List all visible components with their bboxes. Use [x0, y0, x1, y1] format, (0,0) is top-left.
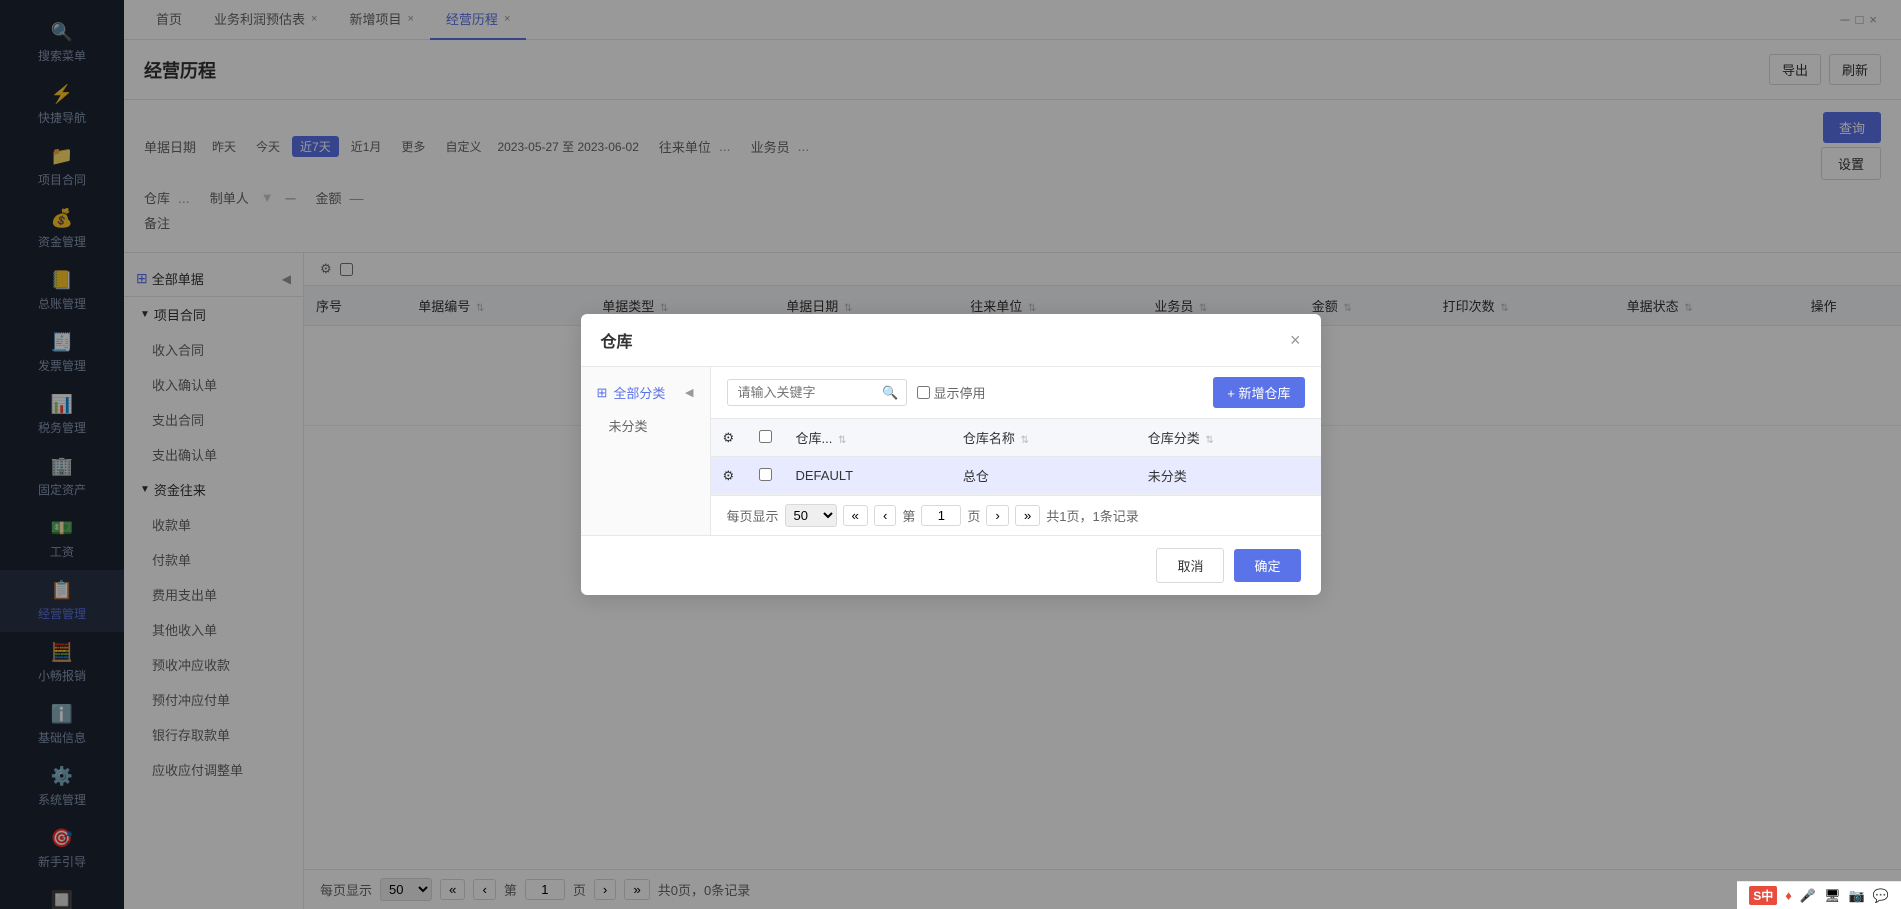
modal-select-all[interactable]: [759, 430, 772, 443]
modal-pagination: 每页显示 50 10 20 100 « ‹ 第 页 › » 共1页，1条记录: [711, 495, 1321, 535]
warehouse-modal: 仓库 × ⊞ 全部分类 ◀ 未分类: [581, 314, 1321, 595]
search-container: 🔍: [727, 379, 907, 406]
modal-all-categories[interactable]: ⊞ 全部分类 ◀: [581, 375, 710, 410]
taskbar-chat-icon[interactable]: 💬: [1873, 888, 1889, 904]
show-disabled-text: 显示停用: [934, 383, 986, 402]
modal-last-page[interactable]: »: [1015, 505, 1040, 526]
modal-uncategorized[interactable]: 未分类: [581, 410, 710, 441]
collapse-icon[interactable]: ◀: [685, 386, 693, 399]
modal-header: 仓库 ×: [581, 314, 1321, 367]
modal-cell-name: 总仓: [951, 457, 1136, 495]
modal-right-panel: 🔍 显示停用 + 新增仓库 ⚙: [711, 367, 1321, 535]
modal-cell-code: DEFAULT: [784, 457, 951, 495]
modal-table: ⚙ 仓库... ⇅ 仓库名称 ⇅ 仓库分类 ⇅ ⚙ DEFA: [711, 419, 1321, 495]
modal-footer: 取消 确定: [581, 535, 1321, 595]
taskbar-diamond-icon[interactable]: ♦: [1785, 888, 1792, 903]
modal-page-label: 第: [902, 506, 915, 525]
modal-page-unit: 页: [967, 506, 980, 525]
show-disabled-checkbox[interactable]: [917, 386, 930, 399]
modal-cell-category: 未分类: [1136, 457, 1321, 495]
all-categories-label: 全部分类: [613, 383, 665, 402]
modal-table-wrapper: ⚙ 仓库... ⇅ 仓库名称 ⇅ 仓库分类 ⇅ ⚙ DEFA: [711, 419, 1321, 495]
modal-close-button[interactable]: ×: [1290, 330, 1301, 351]
modal-first-page[interactable]: «: [843, 505, 868, 526]
taskbar-s-icon: S中: [1749, 886, 1777, 905]
modal-overlay: 仓库 × ⊞ 全部分类 ◀ 未分类: [0, 0, 1901, 909]
modal-th-checkbox: [747, 419, 784, 457]
modal-prev-page[interactable]: ‹: [874, 505, 896, 526]
taskbar-mic-icon[interactable]: 🎤: [1800, 888, 1816, 904]
modal-cell-settings: ⚙: [711, 457, 747, 495]
modal-toolbar: 🔍 显示停用 + 新增仓库: [711, 367, 1321, 419]
grid-icon: ⊞: [597, 385, 608, 401]
show-disabled-label[interactable]: 显示停用: [917, 383, 986, 402]
modal-page-size-label: 每页显示: [727, 506, 779, 525]
modal-body: ⊞ 全部分类 ◀ 未分类 🔍 显示停用: [581, 367, 1321, 535]
uncategorized-label: 未分类: [609, 419, 648, 434]
add-warehouse-button[interactable]: + 新增仓库: [1213, 377, 1304, 408]
taskbar: S中 ♦ 🎤 🖥 📷 💬: [1737, 881, 1901, 909]
modal-th-name: 仓库名称 ⇅: [951, 419, 1136, 457]
taskbar-monitor-icon[interactable]: 🖥: [1824, 888, 1841, 904]
modal-th-category: 仓库分类 ⇅: [1136, 419, 1321, 457]
modal-page-size-select[interactable]: 50 10 20 100: [785, 504, 837, 527]
cancel-button[interactable]: 取消: [1156, 548, 1224, 583]
modal-title: 仓库: [601, 328, 633, 352]
modal-cell-checkbox: [747, 457, 784, 495]
modal-page-input[interactable]: [921, 505, 961, 526]
confirm-button[interactable]: 确定: [1234, 549, 1300, 582]
modal-total-info: 共1页，1条记录: [1046, 506, 1138, 525]
modal-search-icon[interactable]: 🔍: [882, 385, 898, 401]
modal-th-settings: ⚙: [711, 419, 747, 457]
modal-row-checkbox[interactable]: [759, 468, 772, 481]
modal-search-input[interactable]: [727, 379, 907, 406]
modal-th-code: 仓库... ⇅: [784, 419, 951, 457]
modal-next-page[interactable]: ›: [986, 505, 1008, 526]
modal-table-row[interactable]: ⚙ DEFAULT 总仓 未分类: [711, 457, 1321, 495]
taskbar-camera-icon[interactable]: 📷: [1849, 888, 1865, 904]
modal-left-panel: ⊞ 全部分类 ◀ 未分类: [581, 367, 711, 535]
